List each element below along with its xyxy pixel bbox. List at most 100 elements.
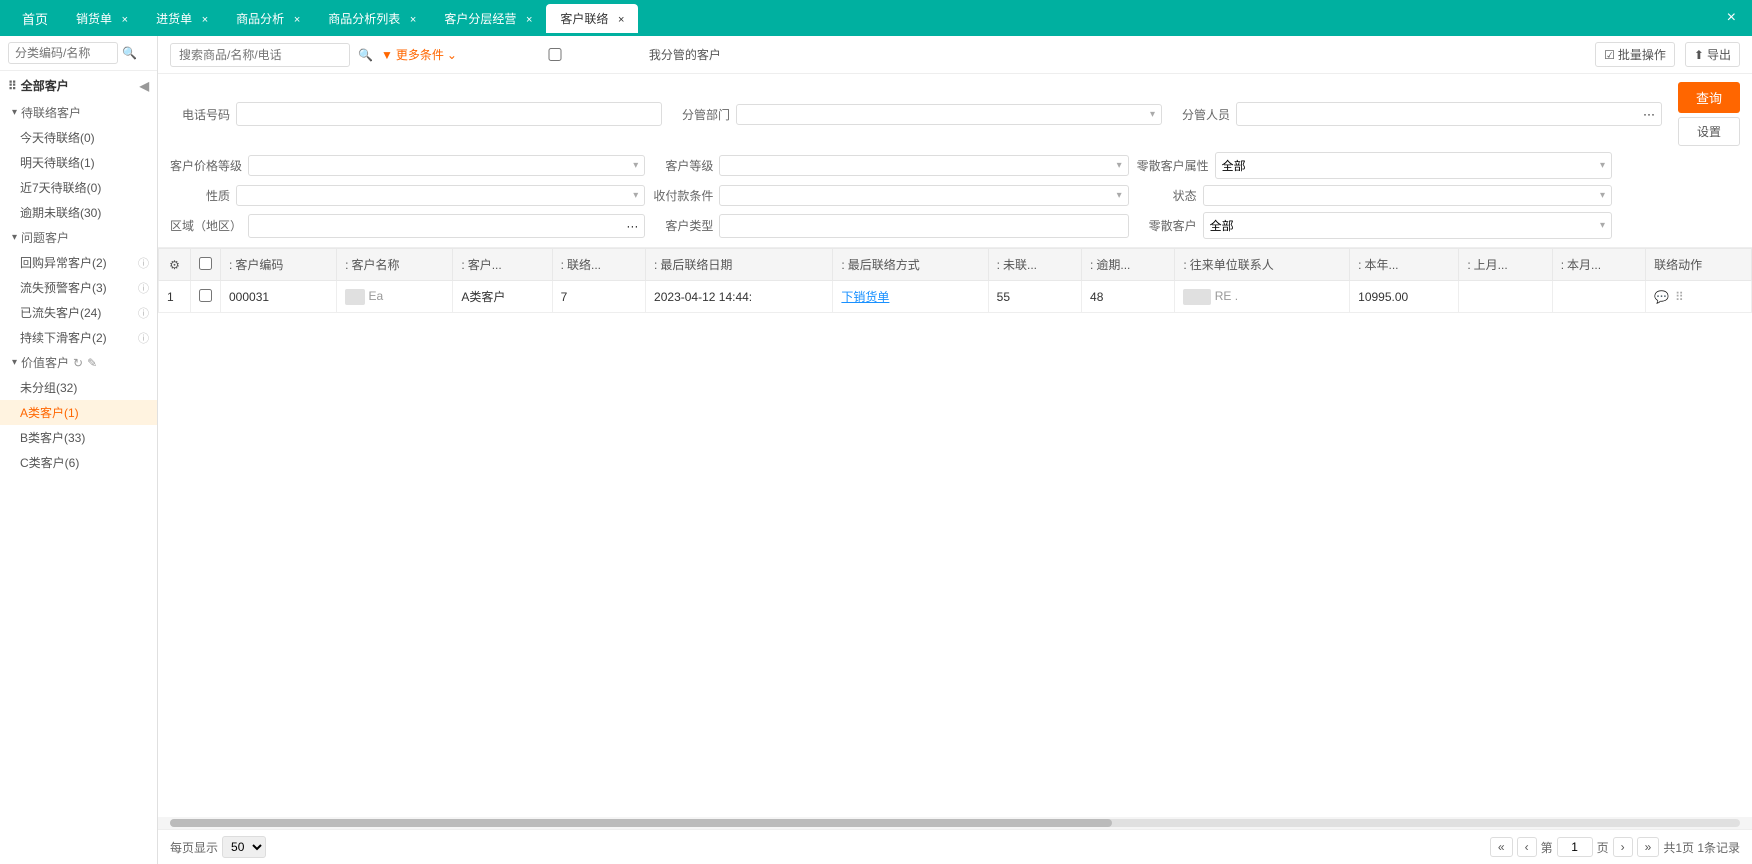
dept-select[interactable]: ▾	[736, 104, 1162, 125]
filter-region: 区域（地区） ···	[170, 214, 645, 238]
filter-retail-attr: 零散客户属性 全部 ▾	[1137, 152, 1612, 179]
nav-sales[interactable]: 销货单 ×	[62, 4, 142, 33]
export-btn[interactable]: ⬆ 导出	[1685, 42, 1740, 67]
th-type[interactable]: :客户...	[453, 249, 552, 281]
th-code[interactable]: :客户编码	[221, 249, 337, 281]
td-name[interactable]: Ea	[337, 281, 453, 313]
action-bar-right: ☑ 批量操作 ⬆ 导出	[1595, 42, 1740, 67]
customer-level-select[interactable]: ▾	[719, 155, 1128, 176]
sidebar-search-input[interactable]	[8, 42, 118, 64]
nav-analysis-list[interactable]: 商品分析列表 ×	[314, 4, 430, 33]
th-last-date[interactable]: :最后联络日期	[646, 249, 833, 281]
td-actions: 💬 ⠿	[1646, 281, 1752, 313]
edit-icon[interactable]: ✎	[87, 356, 97, 370]
refresh-icon[interactable]: ↻	[73, 356, 83, 370]
payment-select[interactable]: ▾	[719, 185, 1128, 206]
sidebar-search-icon[interactable]: 🔍	[122, 46, 137, 60]
filter-phone: 电话号码	[170, 102, 662, 126]
setting-btn[interactable]: 设置	[1678, 117, 1740, 146]
row-checkbox[interactable]	[199, 289, 212, 302]
close-purchase-tab[interactable]: ×	[202, 14, 208, 26]
retail-customer-select[interactable]: 全部 ▾	[1203, 212, 1612, 239]
th-settings[interactable]: ⚙	[159, 249, 191, 281]
batch-op-btn[interactable]: ☑ 批量操作	[1595, 42, 1675, 67]
th-contact-count[interactable]: :联络...	[552, 249, 645, 281]
th-checkbox[interactable]	[191, 249, 221, 281]
contact-method-link[interactable]: 下销货单	[841, 290, 889, 304]
sidebar-collapse-icon[interactable]: ◀	[140, 79, 149, 93]
region-select[interactable]: ···	[248, 214, 645, 238]
nature-select[interactable]: ▾	[236, 185, 645, 206]
filter-status: 状态 ▾	[1137, 185, 1612, 206]
th-name[interactable]: :客户名称	[337, 249, 453, 281]
qr-icon[interactable]: ⠿	[1675, 290, 1684, 304]
chat-icon[interactable]: 💬	[1654, 290, 1669, 304]
nav-analysis[interactable]: 商品分析 ×	[222, 4, 314, 33]
phone-input[interactable]	[236, 102, 662, 126]
all-customers-header[interactable]: ⠿ 全部客户 ◀	[0, 71, 157, 100]
td-index: 1	[159, 281, 191, 313]
query-btn[interactable]: 查询	[1678, 82, 1740, 113]
nav-customer-contact[interactable]: 客户联络 ×	[546, 4, 638, 33]
close-analysis-tab[interactable]: ×	[294, 14, 300, 26]
th-overdue[interactable]: :逾期...	[1082, 249, 1175, 281]
filter-row-3: 性质 ▾ 收付款条件 ▾ 状态	[170, 185, 1740, 206]
sidebar-item-declining[interactable]: 持续下滑客户(2) ⓘ	[0, 325, 157, 350]
customer-type-input[interactable]	[719, 214, 1128, 238]
status-select[interactable]: ▾	[1203, 185, 1612, 206]
th-last-method[interactable]: :最后联络方式	[833, 249, 988, 281]
contact-avatar	[1183, 289, 1211, 305]
th-contacts[interactable]: :往来单位联系人	[1175, 249, 1350, 281]
page-input[interactable]	[1557, 837, 1593, 857]
retail-cust-arrow: ▾	[1600, 220, 1605, 231]
next-page-btn[interactable]: ›	[1613, 837, 1633, 857]
sidebar-item-c-class[interactable]: C类客户(6)	[0, 450, 157, 475]
th-this-year[interactable]: :本年...	[1350, 249, 1459, 281]
close-all-tabs[interactable]: ×	[1719, 9, 1744, 27]
horizontal-scrollbar[interactable]	[158, 817, 1752, 829]
first-page-btn[interactable]: «	[1490, 837, 1513, 857]
td-checkbox[interactable]	[191, 281, 221, 313]
sidebar-item-7days[interactable]: 近7天待联络(0)	[0, 175, 157, 200]
sidebar-item-b-class[interactable]: B类客户(33)	[0, 425, 157, 450]
close-sales-tab[interactable]: ×	[122, 14, 128, 26]
select-all-checkbox[interactable]	[199, 257, 212, 270]
sidebar-item-today[interactable]: 今天待联络(0)	[0, 125, 157, 150]
pending-contact-group[interactable]: ▾ 待联络客户	[0, 100, 157, 125]
close-contact-tab[interactable]: ×	[618, 14, 624, 26]
value-customers-group[interactable]: ▾ 价值客户 ↻ ✎	[0, 350, 157, 375]
sidebar-item-churn-warning[interactable]: 流失预警客户(3) ⓘ	[0, 275, 157, 300]
page-size-select[interactable]: 50	[222, 836, 266, 858]
scroll-thumb[interactable]	[170, 819, 1112, 827]
search-input[interactable]	[170, 43, 350, 67]
nav-purchase[interactable]: 进货单 ×	[142, 4, 222, 33]
last-page-btn[interactable]: »	[1637, 837, 1660, 857]
problem-customers-group[interactable]: ▾ 问题客户	[0, 225, 157, 250]
status-arrow: ▾	[1600, 190, 1605, 201]
close-analysis-list-tab[interactable]: ×	[410, 14, 416, 26]
close-segment-tab[interactable]: ×	[526, 14, 532, 26]
nav-customer-segment[interactable]: 客户分层经营 ×	[430, 4, 546, 33]
sidebar-item-abnormal[interactable]: 回购异常客户(2) ⓘ	[0, 250, 157, 275]
sidebar-item-unsorted[interactable]: 未分组(32)	[0, 375, 157, 400]
prev-page-btn[interactable]: ‹	[1517, 837, 1537, 857]
nav-home[interactable]: 首页	[8, 3, 62, 34]
th-tmonth-sort: :	[1561, 258, 1564, 272]
my-customers-checkbox[interactable]	[465, 48, 645, 61]
search-icon[interactable]: 🔍	[358, 48, 373, 62]
my-customers-check[interactable]: 我分管的客户	[465, 46, 721, 63]
price-level-select[interactable]: ▾	[248, 155, 645, 176]
person-select[interactable]: ···	[1236, 102, 1662, 126]
sidebar-item-a-class[interactable]: A类客户(1)	[0, 400, 157, 425]
sidebar-item-overdue[interactable]: 逾期未联络(30)	[0, 200, 157, 225]
th-method-sort: :	[841, 258, 844, 272]
sidebar-item-tomorrow[interactable]: 明天待联络(1)	[0, 150, 157, 175]
sidebar-item-churned[interactable]: 已流失客户(24) ⓘ	[0, 300, 157, 325]
th-last-month[interactable]: :上月...	[1459, 249, 1552, 281]
more-conditions-btn[interactable]: ▼ 更多条件 ⌄	[381, 46, 457, 63]
td-last-method[interactable]: 下销货单	[833, 281, 988, 313]
th-not-contacted[interactable]: :未联...	[988, 249, 1081, 281]
th-this-month[interactable]: :本月...	[1552, 249, 1645, 281]
settings-icon[interactable]: ⚙	[169, 258, 180, 272]
retail-attr-select[interactable]: 全部 ▾	[1215, 152, 1612, 179]
